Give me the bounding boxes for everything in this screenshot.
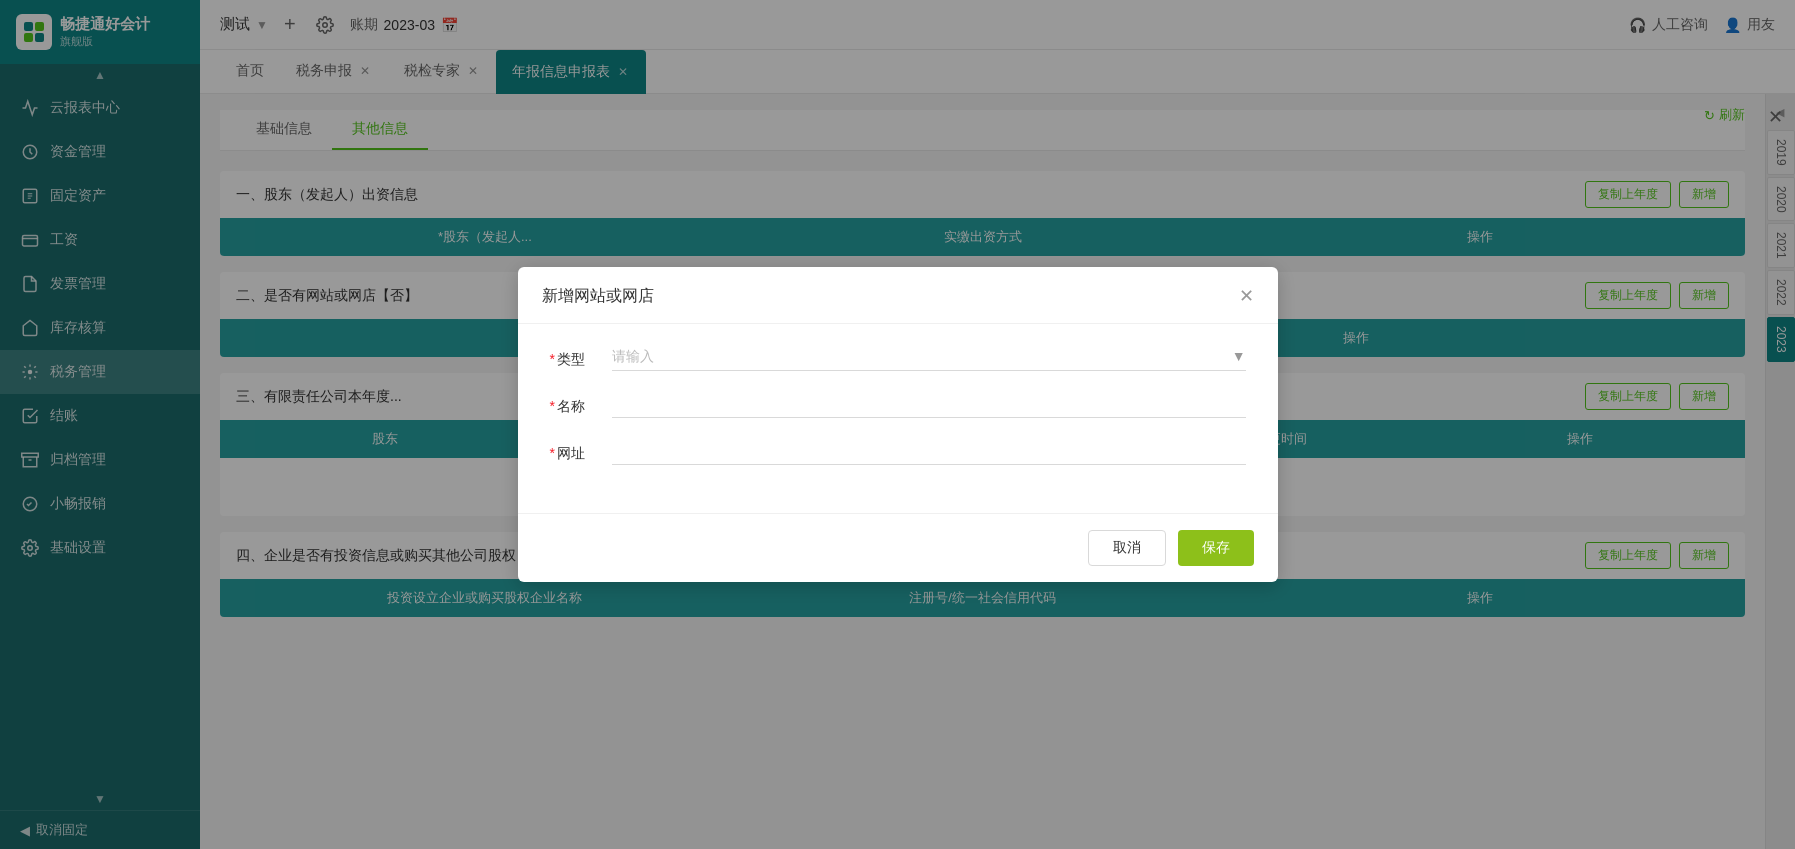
form-item-name: *名称 [550, 395, 1246, 418]
modal-close-button[interactable]: ✕ [1239, 285, 1254, 307]
type-input[interactable] [612, 348, 1232, 364]
url-input-wrap [612, 442, 1246, 465]
name-label: *名称 [550, 398, 600, 416]
name-input[interactable] [612, 395, 1246, 411]
modal-body: *类型 ▼ *名称 *网址 [518, 324, 1278, 513]
modal-title: 新增网站或网店 [542, 286, 654, 307]
modal-header: 新增网站或网店 ✕ [518, 267, 1278, 324]
dropdown-arrow-icon[interactable]: ▼ [1232, 348, 1246, 364]
type-label: *类型 [550, 351, 600, 369]
name-input-wrap [612, 395, 1246, 418]
form-item-type: *类型 ▼ [550, 348, 1246, 371]
cancel-button[interactable]: 取消 [1088, 530, 1166, 566]
url-input[interactable] [612, 442, 1246, 458]
type-input-wrap: ▼ [612, 348, 1246, 371]
modal-footer: 取消 保存 [518, 513, 1278, 582]
form-item-url: *网址 [550, 442, 1246, 465]
url-label: *网址 [550, 445, 600, 463]
modal-dialog: 新增网站或网店 ✕ *类型 ▼ *名称 [518, 267, 1278, 582]
modal-overlay[interactable]: 新增网站或网店 ✕ *类型 ▼ *名称 [0, 0, 1795, 849]
save-button[interactable]: 保存 [1178, 530, 1254, 566]
